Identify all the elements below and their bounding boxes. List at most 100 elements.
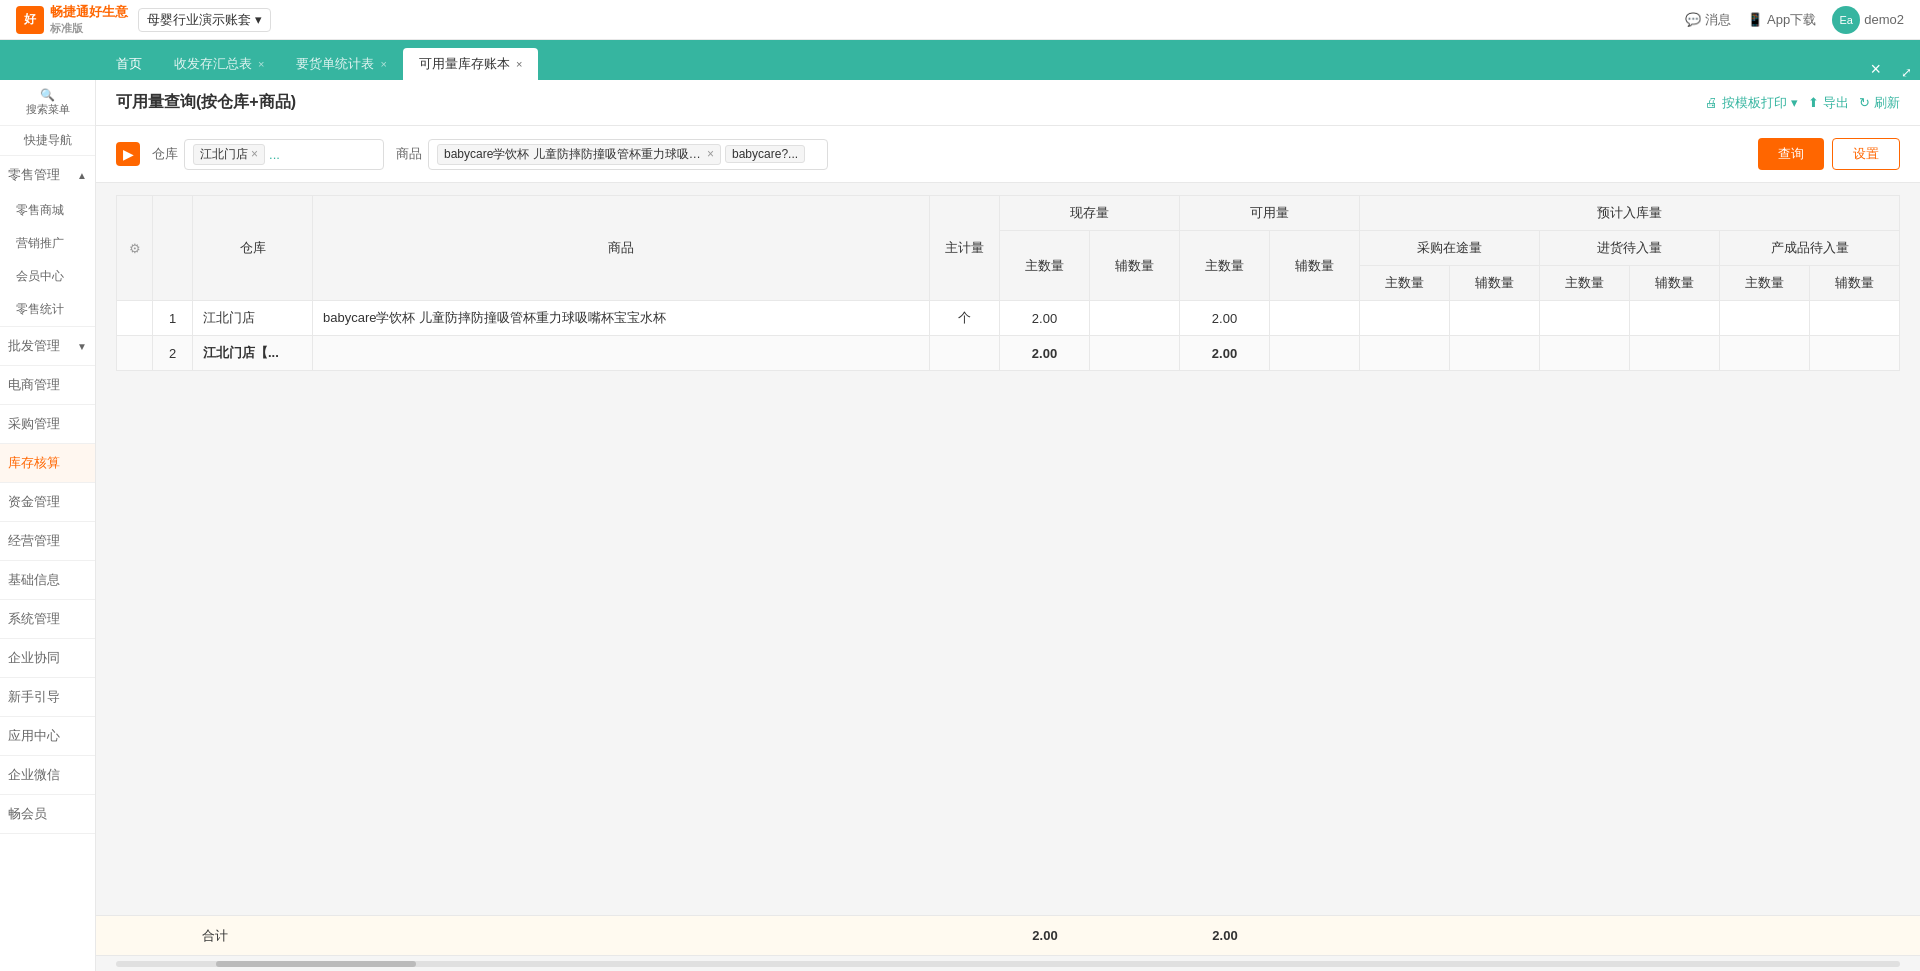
cell-prod-main-1 (1720, 301, 1810, 336)
sidebar-item-purchase[interactable]: 采购管理 (0, 405, 95, 444)
chevron-down-icon: ▼ (77, 341, 87, 352)
th-purchase-sub: 采购在途量 (1360, 231, 1540, 266)
th-purchase-aux: 辅数量 (1450, 266, 1540, 301)
product-input[interactable]: babycare学饮杯 儿童防摔防撞吸管杯重力球吸嘴杯宝宝水杯 × babyca… (428, 139, 828, 170)
top-bar: 好 畅捷通好生意 标准版 母婴行业演示账套 ▾ 💬 消息 📱 App下载 Ea … (0, 0, 1920, 40)
phone-icon: 📱 (1747, 12, 1763, 27)
warehouse-label: 仓库 (152, 145, 178, 163)
sidebar-item-wechat[interactable]: 企业微信 (0, 756, 95, 795)
th-avail-main: 主数量 (1180, 231, 1270, 301)
logo-icon: 好 (16, 6, 44, 34)
sidebar-sub-retail-stats[interactable]: 零售统计 (0, 293, 95, 326)
app-download-button[interactable]: 📱 App下载 (1747, 11, 1816, 29)
cell-prod-aux-1 (1810, 301, 1900, 336)
chevron-up-icon: ▲ (77, 170, 87, 181)
close-tab-available-stock[interactable]: × (516, 58, 522, 70)
scroll-track (116, 961, 1900, 967)
filter-buttons: 查询 设置 (1758, 138, 1900, 170)
cell-stock-main-1: 2.00 (1000, 301, 1090, 336)
message-label: 消息 (1705, 11, 1731, 29)
company-selector[interactable]: 母婴行业演示账套 ▾ (138, 8, 271, 32)
th-stock-group: 现存量 (1000, 196, 1180, 231)
cell-product-1: babycare学饮杯 儿童防摔防撞吸管杯重力球吸嘴杯宝宝水杯 (313, 301, 930, 336)
sidebar-item-app-center[interactable]: 应用中心 (0, 717, 95, 756)
th-row-num (153, 196, 193, 301)
settings-icon[interactable]: ⚙ (129, 241, 141, 256)
sidebar-item-collab[interactable]: 企业协同 (0, 639, 95, 678)
sidebar-item-finance[interactable]: 资金管理 (0, 483, 95, 522)
search-label: 搜索菜单 (8, 102, 87, 117)
cell-unit-2 (930, 336, 1000, 371)
cell-num-2: 2 (153, 336, 193, 371)
search-icon: 🔍 (40, 88, 55, 102)
close-all-tabs[interactable]: × (1858, 59, 1893, 80)
tab-receivables[interactable]: 收发存汇总表 × (158, 48, 280, 80)
export-button[interactable]: ⬆ 导出 (1808, 94, 1849, 112)
tab-available-stock[interactable]: 可用量库存账本 × (403, 48, 538, 80)
sidebar-sub-retail-mall[interactable]: 零售商城 (0, 194, 95, 227)
sidebar-item-ecommerce[interactable]: 电商管理 (0, 366, 95, 405)
sidebar-sub-marketing[interactable]: 营销推广 (0, 227, 95, 260)
top-bar-right: 💬 消息 📱 App下载 Ea demo2 (1685, 6, 1904, 34)
scroll-thumb[interactable] (216, 961, 416, 967)
sidebar-item-basic-info[interactable]: 基础信息 (0, 561, 95, 600)
close-tab-receivables[interactable]: × (258, 58, 264, 70)
sidebar-quick-nav[interactable]: 快捷导航 (0, 126, 95, 156)
table-container: ⚙ 仓库 商品 主计量 现存量 可用量 预计入库量 主数量 辅数量 主数量 (96, 183, 1920, 915)
cell-pur-main-1 (1360, 301, 1450, 336)
sidebar-item-retail[interactable]: 零售管理 ▲ (0, 156, 95, 194)
total-stock-main: 2.00 (1000, 927, 1090, 945)
more-options[interactable]: ... (269, 147, 280, 162)
tab-home[interactable]: 首页 (100, 48, 158, 80)
total-avail-main: 2.00 (1180, 927, 1270, 945)
remove-product-tag-1[interactable]: × (707, 147, 714, 161)
cell-product-2 (313, 336, 930, 371)
refresh-button[interactable]: ↻ 刷新 (1859, 94, 1900, 112)
logo-area: 好 畅捷通好生意 标准版 (16, 3, 128, 36)
print-icon: 🖨 (1705, 95, 1718, 110)
close-tab-order-stats[interactable]: × (380, 58, 386, 70)
query-button[interactable]: 查询 (1758, 138, 1824, 170)
cell-avail-main-1: 2.00 (1180, 301, 1270, 336)
product-filter: 商品 babycare学饮杯 儿童防摔防撞吸管杯重力球吸嘴杯宝宝水杯 × bab… (396, 139, 828, 170)
product-label: 商品 (396, 145, 422, 163)
user-menu[interactable]: Ea demo2 (1832, 6, 1904, 34)
th-incoming-main: 主数量 (1540, 266, 1630, 301)
sidebar-item-system[interactable]: 系统管理 (0, 600, 95, 639)
th-production-aux: 辅数量 (1810, 266, 1900, 301)
cell-avail-main-2: 2.00 (1180, 336, 1270, 371)
tab-order-stats[interactable]: 要货单统计表 × (280, 48, 402, 80)
cell-stock-aux-1 (1090, 301, 1180, 336)
main-layout: 🔍 搜索菜单 快捷导航 零售管理 ▲ 零售商城 营销推广 会员中心 零售统计 批… (0, 80, 1920, 971)
export-icon: ⬆ (1808, 95, 1819, 110)
cell-unit-1: 个 (930, 301, 1000, 336)
sidebar-item-member[interactable]: 畅会员 (0, 795, 95, 834)
sidebar-group-retail: 零售管理 ▲ 零售商城 营销推广 会员中心 零售统计 (0, 156, 95, 327)
cell-pur-aux-2 (1450, 336, 1540, 371)
message-button[interactable]: 💬 消息 (1685, 11, 1731, 29)
user-name: demo2 (1864, 12, 1904, 27)
app-label: App下载 (1767, 11, 1816, 29)
print-button[interactable]: 🖨 按模板打印 ▾ (1705, 94, 1798, 112)
cell-num-1: 1 (153, 301, 193, 336)
product-tag-2: babycare?... (725, 145, 805, 163)
cell-pur-aux-1 (1450, 301, 1540, 336)
expand-icon[interactable]: ⤢ (1893, 65, 1920, 80)
sidebar-item-guide[interactable]: 新手引导 (0, 678, 95, 717)
warehouse-input[interactable]: 江北门店 × ... (184, 139, 384, 170)
sidebar-item-operations[interactable]: 经营管理 (0, 522, 95, 561)
remove-warehouse-tag[interactable]: × (251, 147, 258, 161)
sidebar-item-wholesale[interactable]: 批发管理 ▼ (0, 327, 95, 365)
setting-button[interactable]: 设置 (1832, 138, 1900, 170)
th-available-group: 可用量 (1180, 196, 1360, 231)
sidebar-item-inventory[interactable]: 库存核算 (0, 444, 95, 483)
filter-toggle-button[interactable]: ▶ (116, 142, 140, 166)
horizontal-scrollbar[interactable] (96, 955, 1920, 971)
sidebar-sub-members[interactable]: 会员中心 (0, 260, 95, 293)
sidebar: 🔍 搜索菜单 快捷导航 零售管理 ▲ 零售商城 营销推广 会员中心 零售统计 批… (0, 80, 96, 971)
warehouse-tag: 江北门店 × (193, 144, 265, 165)
cell-avail-aux-1 (1270, 301, 1360, 336)
cell-settings-1 (117, 301, 153, 336)
sidebar-search[interactable]: 🔍 搜索菜单 (0, 80, 95, 126)
th-product: 商品 (313, 196, 930, 301)
